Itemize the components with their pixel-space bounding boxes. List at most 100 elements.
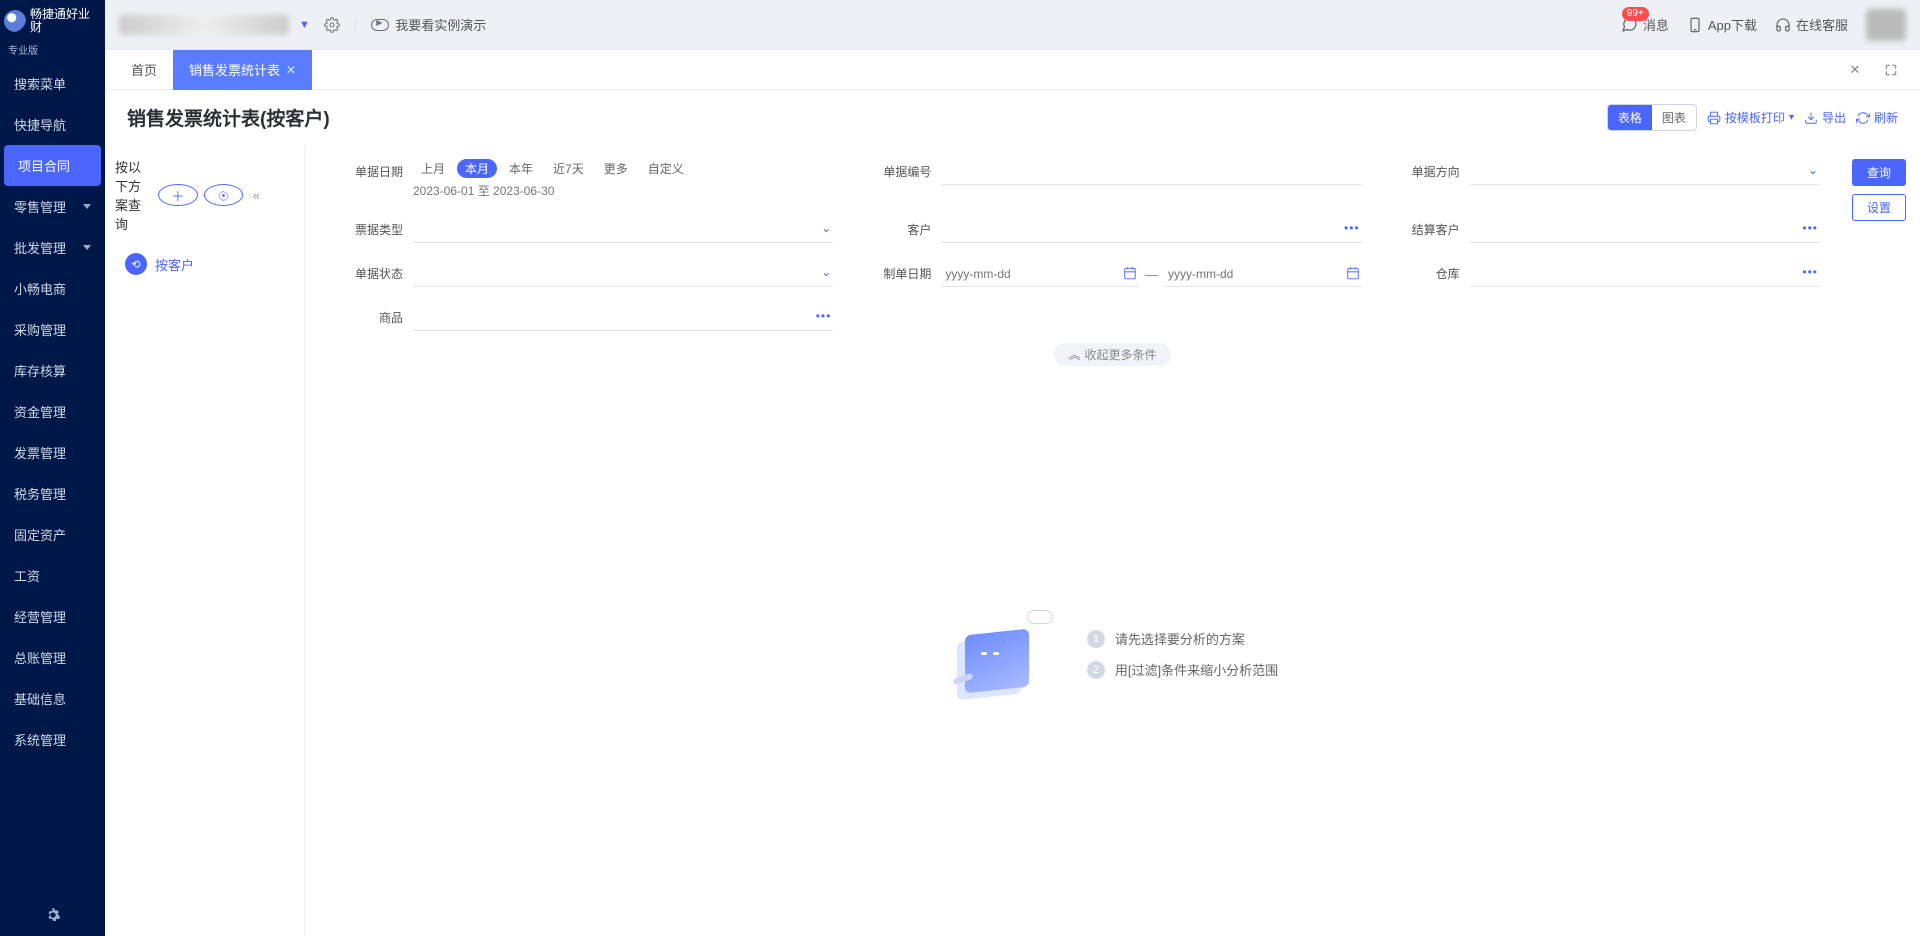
tab-close-icon[interactable]: ✕ <box>286 63 296 77</box>
type-select[interactable] <box>413 217 833 243</box>
sidebar-item[interactable]: 快捷导航 <box>0 104 105 145</box>
brand-name: 畅捷通好业财 <box>30 8 101 34</box>
sidebar-item[interactable]: 批发管理 <box>0 227 105 268</box>
no-label: 单据编号 <box>863 159 931 185</box>
org-selector[interactable]: ▼ <box>119 15 310 35</box>
chevron-down-icon <box>83 245 91 250</box>
date-quick-option[interactable]: 更多 <box>596 159 636 178</box>
sidebar-item[interactable]: 库存核算 <box>0 350 105 391</box>
print-template-button[interactable]: 按模板打印 ▾ <box>1707 109 1794 126</box>
scheme-settings-button[interactable] <box>204 184 243 206</box>
query-button[interactable]: 查询 <box>1852 159 1906 186</box>
status-label: 单据状态 <box>335 261 403 287</box>
sidebar-item-label: 基础信息 <box>14 689 66 708</box>
fullscreen-icon[interactable] <box>1878 57 1904 83</box>
export-label: 导出 <box>1822 109 1846 126</box>
sidebar-item[interactable]: 采购管理 <box>0 309 105 350</box>
date-quick-option[interactable]: 上月 <box>413 159 453 178</box>
sidebar-item[interactable]: 固定资产 <box>0 514 105 555</box>
add-scheme-button[interactable]: ＋ <box>158 184 197 206</box>
chevron-down-icon[interactable]: ⌄ <box>821 265 831 279</box>
org-settings-icon[interactable] <box>324 17 340 33</box>
settings-icon[interactable] <box>45 907 61 923</box>
wh-input[interactable] <box>1470 261 1820 287</box>
range-dash: — <box>1145 267 1158 282</box>
date-quick-option[interactable]: 本年 <box>501 159 541 178</box>
sidebar-item-label: 快捷导航 <box>14 115 66 134</box>
tab-home-label: 首页 <box>131 60 157 79</box>
page-title: 销售发票统计表(按客户) <box>127 104 330 131</box>
sidebar-item[interactable]: 小畅电商 <box>0 268 105 309</box>
empty-state: 1 请先选择要分析的方案 2 用[过滤]条件来缩小分析范围 <box>305 372 1920 936</box>
page-header: 销售发票统计表(按客户) 表格 图表 按模板打印 ▾ 导出 刷新 <box>105 90 1920 145</box>
print-label: 按模板打印 <box>1725 109 1785 126</box>
calendar-icon[interactable] <box>1123 266 1137 280</box>
dir-label: 单据方向 <box>1392 159 1460 185</box>
no-input[interactable] <box>941 159 1361 185</box>
more-icon[interactable]: ••• <box>816 309 832 323</box>
sidebar-footer <box>0 897 105 936</box>
brand-edition: 专业版 <box>0 42 105 63</box>
refresh-button[interactable]: 刷新 <box>1856 109 1898 126</box>
sidebar-item[interactable]: 零售管理 <box>0 186 105 227</box>
sidebar-item[interactable]: 搜索菜单 <box>0 63 105 104</box>
date-quick-option[interactable]: 近7天 <box>545 159 592 178</box>
date-quick-option[interactable]: 本月 <box>457 159 497 178</box>
more-icon[interactable]: ••• <box>1802 265 1818 279</box>
makedate-to[interactable] <box>1164 261 1362 287</box>
message-button[interactable]: 消息 99+ <box>1621 15 1669 34</box>
demo-text: 我要看实例演示 <box>395 15 486 34</box>
date-quick-option[interactable]: 自定义 <box>640 159 692 178</box>
sidebar-item[interactable]: 经营管理 <box>0 596 105 637</box>
settle-cust-input[interactable] <box>1470 217 1820 243</box>
scheme-item-label: 按客户 <box>155 255 194 274</box>
demo-link[interactable]: 我要看实例演示 <box>371 15 486 34</box>
more-icon[interactable]: ••• <box>1344 221 1360 235</box>
makedate-from[interactable] <box>941 261 1139 287</box>
chevron-down-icon[interactable]: ⌄ <box>1808 163 1818 177</box>
tab-home[interactable]: 首页 <box>115 50 173 90</box>
sidebar-item[interactable]: 基础信息 <box>0 678 105 719</box>
tab-active[interactable]: 销售发票统计表 ✕ <box>173 50 312 90</box>
empty-illustration <box>947 604 1057 704</box>
wh-label: 仓库 <box>1392 261 1460 287</box>
scheme-panel: 按以下方案查询 ＋ « ⟲ 按客户 <box>105 145 305 936</box>
cust-label: 客户 <box>863 217 931 243</box>
calendar-icon[interactable] <box>1346 266 1360 280</box>
cust-input[interactable] <box>941 217 1361 243</box>
app-download-button[interactable]: App下载 <box>1687 15 1757 34</box>
sidebar-item[interactable]: 资金管理 <box>0 391 105 432</box>
tip-text-2: 用[过滤]条件来缩小分析范围 <box>1115 660 1278 679</box>
scheme-item-customer[interactable]: ⟲ 按客户 <box>115 247 294 281</box>
nav-list: 搜索菜单快捷导航项目合同零售管理批发管理小畅电商采购管理库存核算资金管理发票管理… <box>0 63 105 897</box>
chevron-down-icon[interactable]: ⌄ <box>821 221 831 235</box>
sidebar-item[interactable]: 项目合同 <box>4 145 101 186</box>
sidebar-item[interactable]: 发票管理 <box>0 432 105 473</box>
dir-select[interactable] <box>1470 159 1820 185</box>
status-select[interactable] <box>413 261 833 287</box>
sidebar-item-label: 批发管理 <box>14 238 66 257</box>
chevron-down-icon <box>83 204 91 209</box>
date-label: 单据日期 <box>335 159 403 185</box>
settings-button[interactable]: 设置 <box>1852 194 1906 221</box>
seg-chart[interactable]: 图表 <box>1652 105 1696 130</box>
sidebar-item[interactable]: 工资 <box>0 555 105 596</box>
sidebar-item-label: 零售管理 <box>14 197 66 216</box>
seg-table[interactable]: 表格 <box>1608 105 1652 130</box>
org-name-redacted <box>119 15 289 35</box>
sidebar-item-label: 搜索菜单 <box>14 74 66 93</box>
collapse-filters-button[interactable]: ︽ 收起更多条件 <box>1054 343 1170 366</box>
support-button[interactable]: 在线客服 <box>1775 15 1848 34</box>
collapse-panel-icon[interactable]: « <box>249 188 294 203</box>
user-avatar[interactable] <box>1866 9 1906 41</box>
sidebar-item[interactable]: 系统管理 <box>0 719 105 760</box>
tabs-close-all-icon[interactable]: ✕ <box>1842 57 1868 83</box>
tabs-row: 首页 销售发票统计表 ✕ ✕ <box>105 50 1920 90</box>
sidebar-item[interactable]: 税务管理 <box>0 473 105 514</box>
more-icon[interactable]: ••• <box>1802 221 1818 235</box>
export-button[interactable]: 导出 <box>1804 109 1846 126</box>
sidebar-item-label: 工资 <box>14 566 40 585</box>
filter-area: 单据日期 上月本月本年近7天更多自定义 2023-06-01 至 2023-06… <box>305 145 1920 337</box>
sidebar-item[interactable]: 总账管理 <box>0 637 105 678</box>
goods-input[interactable] <box>413 305 833 331</box>
